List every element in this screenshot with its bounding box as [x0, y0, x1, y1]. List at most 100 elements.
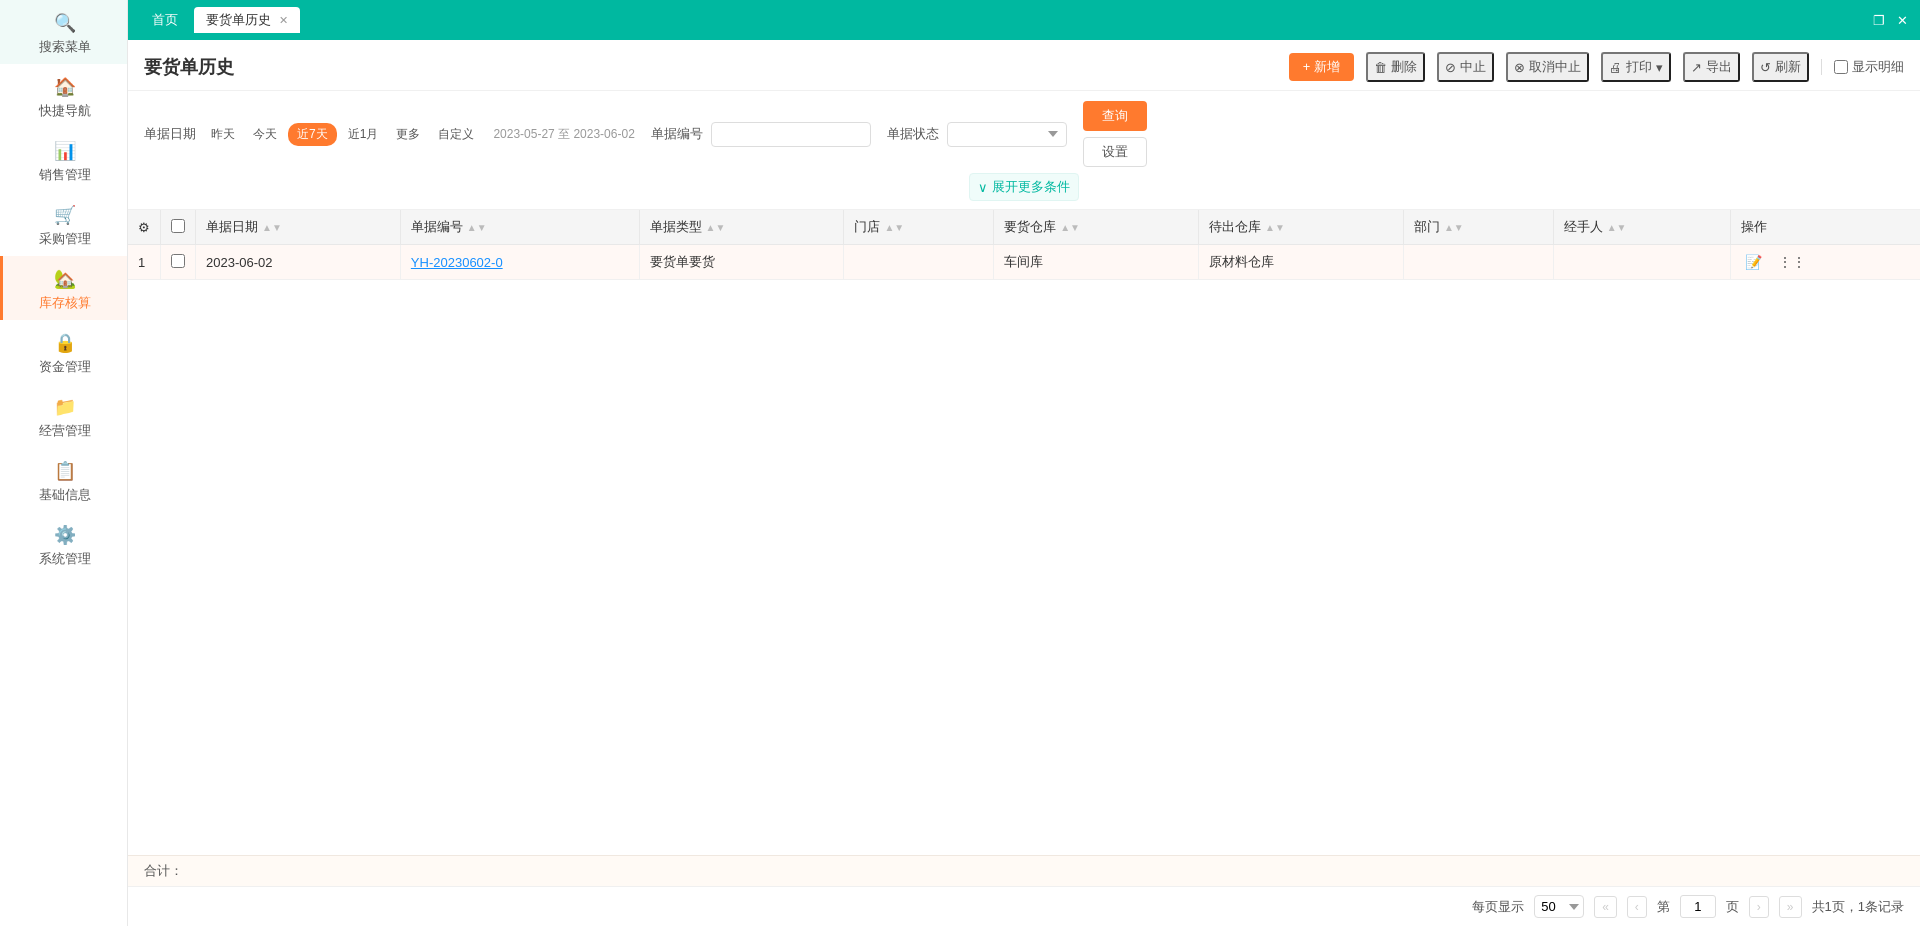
col-doc-no: 单据编号▲▼ [400, 210, 639, 245]
date-btn-more[interactable]: 更多 [389, 123, 427, 146]
print-button[interactable]: 🖨 打印 ▾ [1601, 52, 1671, 82]
row-detail-button[interactable]: ⋮⋮ [1774, 252, 1810, 272]
sales-mgmt-icon: 📊 [54, 140, 76, 162]
table-container: ⚙ 单据日期▲▼ 单据编号▲▼ 单据类型▲▼ 门店▲▼ 要货仓库▲▼ 待出仓库▲… [128, 210, 1920, 855]
date-btn-today[interactable]: 今天 [246, 123, 284, 146]
page-header: 要货单历史 + 新增 🗑 删除 ⊘ 中止 ⊗ 取消中止 🖨 打印 [128, 40, 1920, 91]
ops-mgmt-icon: 📁 [54, 396, 76, 418]
col-pending-warehouse: 待出仓库▲▼ [1199, 210, 1404, 245]
docno-filter-group: 单据编号 [651, 122, 871, 147]
date-btn-yesterday[interactable]: 昨天 [204, 123, 242, 146]
filter-area: 单据日期 昨天今天近7天近1月更多自定义 2023-05-27 至 2023-0… [128, 91, 1920, 210]
refresh-button[interactable]: ↺ 刷新 [1752, 52, 1809, 82]
page-input[interactable] [1680, 895, 1716, 918]
col-doc-type: 单据类型▲▼ [639, 210, 844, 245]
col-department: 部门▲▼ [1403, 210, 1553, 245]
export-icon: ↗ [1691, 60, 1702, 75]
print-dropdown-icon: ▾ [1656, 60, 1663, 75]
sort-doc-no-icon[interactable]: ▲▼ [467, 222, 487, 233]
status-label: 单据状态 [887, 125, 939, 143]
sidebar-item-ops-mgmt[interactable]: 📁 经营管理 [0, 384, 127, 448]
query-button[interactable]: 查询 [1083, 101, 1147, 131]
date-range-text: 2023-05-27 至 2023-06-02 [493, 126, 634, 143]
col-settings[interactable]: ⚙ [128, 210, 161, 245]
sort-doc-type-icon[interactable]: ▲▼ [706, 222, 726, 233]
purchase-mgmt-icon: 🛒 [54, 204, 76, 226]
sidebar-item-purchase-mgmt[interactable]: 🛒 采购管理 [0, 192, 127, 256]
sidebar-item-inventory[interactable]: 🏡 库存核算 [0, 256, 127, 320]
sidebar: 🔍 搜索菜单🏠 快捷导航📊 销售管理🛒 采购管理🏡 库存核算🔒 资金管理📁 经营… [0, 0, 128, 926]
delete-button[interactable]: 🗑 删除 [1366, 52, 1425, 82]
sort-doc-date-icon[interactable]: ▲▼ [262, 222, 282, 233]
toolbar-divider [1821, 59, 1822, 75]
print-icon: 🖨 [1609, 60, 1622, 75]
cell-actions: 📝 ⋮⋮ [1731, 245, 1920, 280]
show-detail-toggle[interactable]: 显示明细 [1834, 58, 1904, 76]
cell-handler [1553, 245, 1730, 280]
tab-label-home: 首页 [152, 11, 178, 29]
select-all-checkbox[interactable] [171, 219, 185, 233]
date-btn-last7days[interactable]: 近7天 [288, 123, 337, 146]
restore-button[interactable]: ❐ [1873, 13, 1885, 28]
sort-pending-wh-icon[interactable]: ▲▼ [1265, 222, 1285, 233]
export-button[interactable]: ↗ 导出 [1683, 52, 1740, 82]
sidebar-item-finance-mgmt[interactable]: 🔒 资金管理 [0, 320, 127, 384]
sidebar-item-basic-info[interactable]: 📋 基础信息 [0, 448, 127, 512]
cancel-stop-button[interactable]: ⊗ 取消中止 [1506, 52, 1589, 82]
row-edit-button[interactable]: 📝 [1741, 252, 1766, 272]
first-page-button[interactable]: « [1594, 896, 1617, 918]
new-button[interactable]: + 新增 [1289, 53, 1354, 81]
sidebar-label-search-menu: 搜索菜单 [39, 38, 91, 56]
sort-dept-icon[interactable]: ▲▼ [1444, 222, 1464, 233]
expand-row: ∨ 展开更多条件 [144, 167, 1904, 205]
status-select[interactable] [947, 122, 1067, 147]
tab-home[interactable]: 首页 [140, 7, 190, 33]
sidebar-label-sales-mgmt: 销售管理 [39, 166, 91, 184]
sidebar-label-ops-mgmt: 经营管理 [39, 422, 91, 440]
prev-page-button[interactable]: ‹ [1627, 896, 1647, 918]
cancel-stop-icon: ⊗ [1514, 60, 1525, 75]
cell-checkbox [161, 245, 196, 280]
show-detail-checkbox[interactable] [1834, 60, 1848, 74]
tab-label-requisition-history: 要货单历史 [206, 11, 271, 29]
sidebar-item-sales-mgmt[interactable]: 📊 销售管理 [0, 128, 127, 192]
per-page-label: 每页显示 [1472, 898, 1524, 916]
sidebar-item-quick-nav[interactable]: 🏠 快捷导航 [0, 64, 127, 128]
topbar: 首页 要货单历史 ✕ ❐ ✕ [128, 0, 1920, 40]
finance-mgmt-icon: 🔒 [54, 332, 76, 354]
doc-no-link[interactable]: YH-20230602-0 [411, 255, 503, 270]
main-area: 首页要货单历史 ✕ ❐ ✕ 要货单历史 + 新增 🗑 删除 ⊘ 中止 ⊗ [128, 0, 1920, 926]
sort-store-icon[interactable]: ▲▼ [884, 222, 904, 233]
per-page-select[interactable]: 50 20 100 [1534, 895, 1584, 918]
sidebar-item-search-menu[interactable]: 🔍 搜索菜单 [0, 0, 127, 64]
date-buttons: 昨天今天近7天近1月更多自定义 [204, 123, 481, 146]
col-store: 门店▲▼ [844, 210, 994, 245]
page-suffix: 页 [1726, 898, 1739, 916]
sidebar-item-sys-mgmt[interactable]: ⚙️ 系统管理 [0, 512, 127, 576]
docno-input[interactable] [711, 122, 871, 147]
topbar-right: ❐ ✕ [1873, 13, 1908, 28]
cell-pending-warehouse: 原材料仓库 [1199, 245, 1404, 280]
toolbar: + 新增 🗑 删除 ⊘ 中止 ⊗ 取消中止 🖨 打印 ▾ [1289, 52, 1904, 82]
pagination-info: 共1页，1条记录 [1812, 898, 1904, 916]
stop-button[interactable]: ⊘ 中止 [1437, 52, 1494, 82]
tab-requisition-history[interactable]: 要货单历史 ✕ [194, 7, 300, 33]
expand-more-button[interactable]: ∨ 展开更多条件 [969, 173, 1079, 201]
action-buttons: 查询 设置 [1083, 101, 1147, 167]
close-button[interactable]: ✕ [1897, 13, 1908, 28]
sort-req-wh-icon[interactable]: ▲▼ [1060, 222, 1080, 233]
row-checkbox[interactable] [171, 254, 185, 268]
sort-handler-icon[interactable]: ▲▼ [1607, 222, 1627, 233]
date-btn-custom[interactable]: 自定义 [431, 123, 481, 146]
next-page-button[interactable]: › [1749, 896, 1769, 918]
settings-button[interactable]: 设置 [1083, 137, 1147, 167]
search-menu-icon: 🔍 [54, 12, 76, 34]
data-table: ⚙ 单据日期▲▼ 单据编号▲▼ 单据类型▲▼ 门店▲▼ 要货仓库▲▼ 待出仓库▲… [128, 210, 1920, 280]
last-page-button[interactable]: » [1779, 896, 1802, 918]
tab-close-requisition-history[interactable]: ✕ [279, 14, 288, 27]
stop-icon: ⊘ [1445, 60, 1456, 75]
filter-row: 单据日期 昨天今天近7天近1月更多自定义 2023-05-27 至 2023-0… [144, 101, 1904, 167]
col-checkbox [161, 210, 196, 245]
sidebar-label-sys-mgmt: 系统管理 [39, 550, 91, 568]
date-btn-last1month[interactable]: 近1月 [341, 123, 386, 146]
